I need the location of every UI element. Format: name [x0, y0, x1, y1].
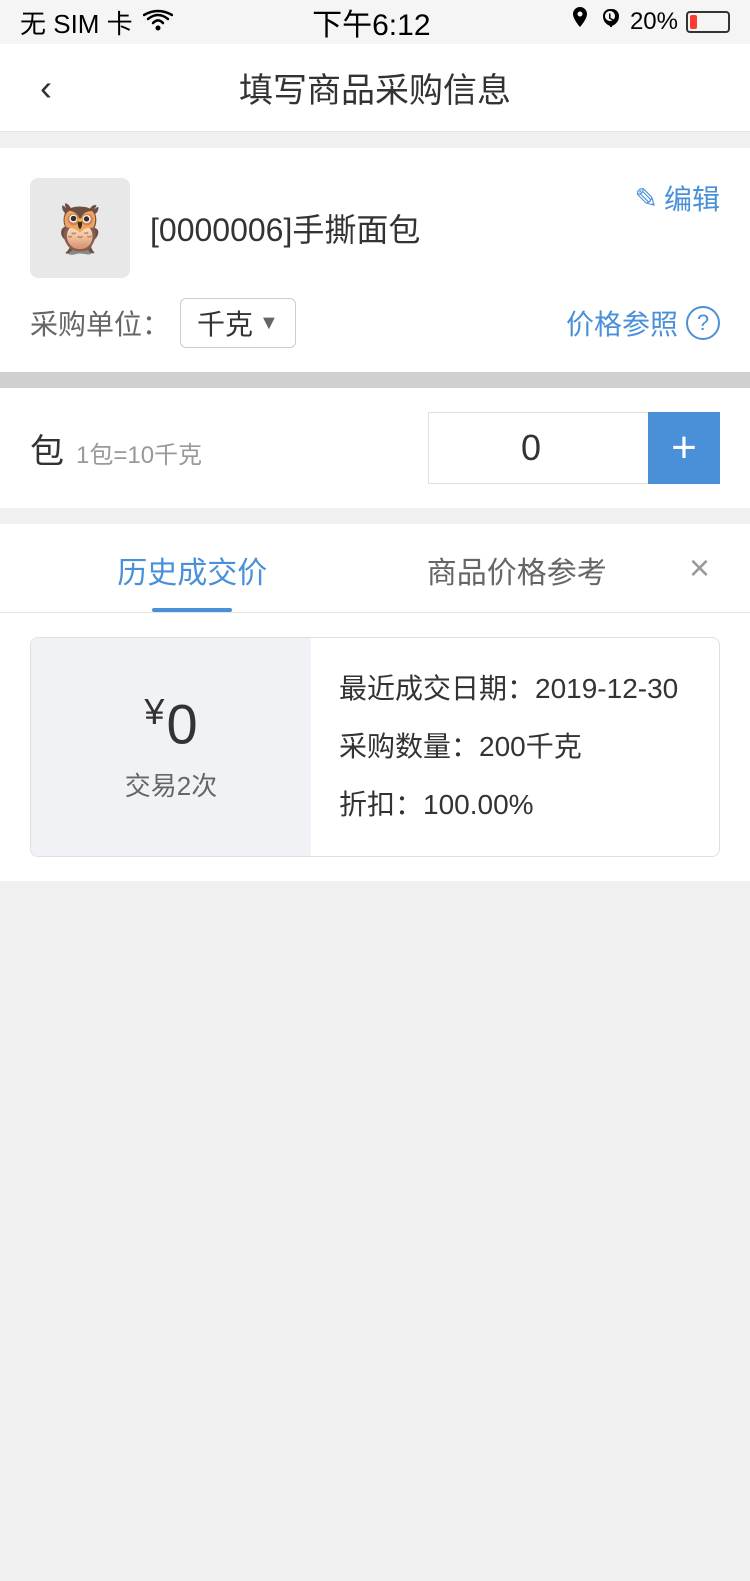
page-title: 填写商品采购信息 [239, 63, 511, 112]
dropdown-arrow-icon: ▼ [259, 312, 279, 335]
latest-date-value: 2019-12-30 [535, 673, 678, 704]
question-icon: ? [686, 306, 720, 340]
product-unit-row: 采购单位： 千克 ▼ 价格参照 ? [30, 298, 720, 348]
nav-bar: ‹ 填写商品采购信息 [0, 44, 750, 132]
history-details: 最近成交日期：2019-12-30 采购数量：200千克 折扣：100.00% [311, 638, 719, 856]
quantity-plus-button[interactable]: + [648, 412, 720, 484]
section-divider [0, 372, 750, 388]
product-name: [0000006]手撕面包 [150, 205, 420, 251]
quantity-label-block: 包 1包=10千克 [30, 424, 202, 473]
history-trades-count: 交易2次 [125, 766, 217, 803]
discount-value: 100.00% [423, 789, 534, 820]
edit-icon: ✎ [635, 182, 658, 215]
tab-product-price-ref[interactable]: 商品价格参考 [354, 524, 678, 612]
tab-price-ref-label: 商品价格参考 [427, 557, 607, 590]
back-button[interactable]: ‹ [30, 57, 62, 119]
status-time: 下午6:12 [312, 0, 430, 44]
price-ref-button[interactable]: 价格参照 ? [566, 303, 720, 343]
product-left: 🦉 [0000006]手撕面包 [30, 178, 420, 278]
product-header: 🦉 [0000006]手撕面包 ✎ 编辑 [30, 178, 720, 278]
edit-button[interactable]: ✎ 编辑 [635, 178, 720, 218]
history-price-value: ¥0 [144, 691, 197, 757]
main-content [0, 881, 750, 1581]
tab-close-button[interactable]: × [679, 537, 720, 599]
location-icon [570, 7, 590, 38]
history-section: ¥0 交易2次 最近成交日期：2019-12-30 采购数量：200千克 折扣：… [0, 613, 750, 881]
product-thumbnail: 🦉 [30, 178, 130, 278]
latest-date-label: 最近成交日期： [339, 673, 535, 704]
unit-label: 采购单位： [30, 303, 170, 343]
status-bar: 无 SIM 卡 下午6:12 20% [0, 0, 750, 44]
status-right: 20% [570, 7, 730, 38]
product-card: 🦉 [0000006]手撕面包 ✎ 编辑 采购单位： 千克 ▼ 价格参照 ? [0, 148, 750, 372]
alarm-icon [598, 7, 622, 38]
history-discount-row: 折扣：100.00% [339, 784, 691, 826]
carrier-text: 无 SIM 卡 [20, 4, 133, 41]
price-ref-label: 价格参照 [566, 303, 678, 343]
unit-value: 千克 [197, 303, 253, 343]
unit-left: 采购单位： 千克 ▼ [30, 298, 296, 348]
currency-symbol: ¥ [144, 691, 164, 732]
history-quantity-row: 采购数量：200千克 [339, 726, 691, 768]
quantity-input-block: + [428, 412, 720, 484]
purchase-quantity-label: 采购数量： [339, 731, 479, 762]
wifi-icon [143, 7, 173, 38]
product-logo-icon: 🦉 [50, 200, 110, 257]
unit-dropdown[interactable]: 千克 ▼ [180, 298, 296, 348]
quantity-conversion: 1包=10千克 [76, 435, 202, 470]
price-number: 0 [166, 692, 197, 755]
tab-history-price[interactable]: 历史成交价 [30, 524, 354, 612]
history-card: ¥0 交易2次 最近成交日期：2019-12-30 采购数量：200千克 折扣：… [30, 637, 720, 857]
quantity-unit: 包 [30, 424, 64, 473]
history-price-block: ¥0 交易2次 [31, 638, 311, 856]
quantity-input[interactable] [428, 412, 648, 484]
battery-icon [686, 8, 730, 36]
discount-label: 折扣： [339, 789, 423, 820]
tab-history-label: 历史成交价 [117, 557, 267, 590]
edit-label: 编辑 [664, 178, 720, 218]
status-left: 无 SIM 卡 [20, 4, 173, 41]
quantity-row: 包 1包=10千克 + [0, 388, 750, 508]
tabs-container: 历史成交价 商品价格参考 × [0, 524, 750, 613]
battery-percent: 20% [630, 8, 678, 36]
tab-active-indicator [152, 608, 232, 612]
history-date-row: 最近成交日期：2019-12-30 [339, 668, 691, 710]
purchase-quantity-value: 200千克 [479, 731, 582, 762]
